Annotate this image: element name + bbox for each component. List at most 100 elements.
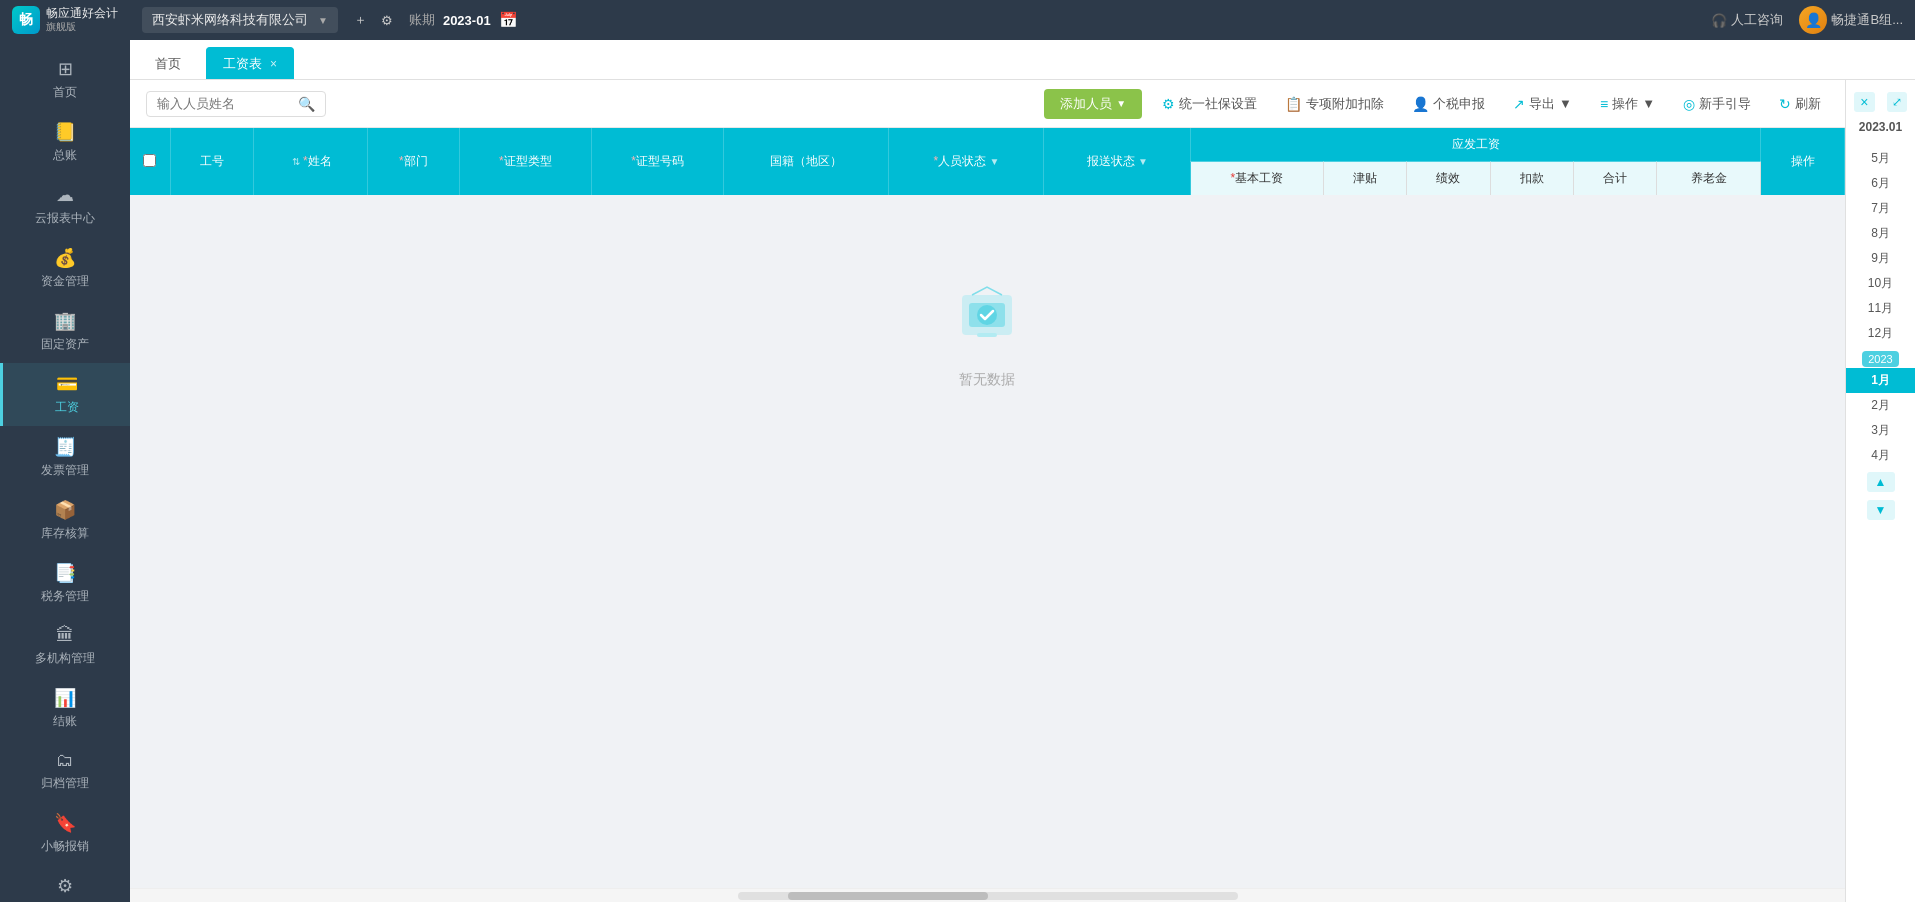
th-name: ⇅ *姓名	[253, 128, 367, 195]
app-sub: 旗舰版	[46, 20, 118, 34]
chevron-down-icon: ▼	[318, 15, 328, 26]
special-deduct-icon: 📋	[1285, 96, 1302, 112]
tab-salary-close[interactable]: ×	[270, 57, 277, 71]
th-pension: 养老金	[1657, 162, 1761, 196]
month-1-2023[interactable]: 1月	[1846, 368, 1915, 393]
header-actions: ＋ ⚙	[354, 11, 393, 29]
sidebar-label-salary: 工资	[55, 399, 79, 416]
month-9[interactable]: 9月	[1846, 246, 1915, 271]
top-header: 畅 畅应通好会计 旗舰版 西安虾米网络科技有限公司 ▼ ＋ ⚙ 账期 2023-…	[0, 0, 1915, 40]
export-btn[interactable]: ↗ 导出 ▼	[1505, 91, 1580, 117]
calendar-expand-btn[interactable]: ⤢	[1887, 92, 1908, 112]
calendar-icon[interactable]: 📅	[499, 11, 518, 29]
inventory-icon: 📦	[54, 499, 76, 521]
sidebar-item-cloud-report[interactable]: ☁ 云报表中心	[0, 174, 130, 237]
special-deduct-label: 专项附加扣除	[1306, 95, 1384, 113]
month-10[interactable]: 10月	[1846, 271, 1915, 296]
special-deduct-btn[interactable]: 📋 专项附加扣除	[1277, 91, 1392, 117]
empty-state-row: 暂无数据	[130, 195, 1845, 469]
sidebar-item-settings[interactable]: ⚙ 基础设置	[0, 865, 130, 902]
sidebar-item-expense[interactable]: 🔖 小畅报销	[0, 802, 130, 865]
plus-icon: ＋	[354, 11, 367, 29]
search-input[interactable]	[157, 96, 292, 111]
tab-salary[interactable]: 工资表 ×	[206, 47, 294, 79]
sidebar-label-settlement: 结账	[53, 713, 77, 730]
add-company-btn[interactable]: ＋	[354, 11, 367, 29]
empty-illustration	[947, 275, 1027, 355]
sidebar-item-settlement[interactable]: 📊 结账	[0, 677, 130, 740]
sidebar-item-fund[interactable]: 💰 资金管理	[0, 237, 130, 300]
settings-btn[interactable]: ⚙	[381, 13, 393, 28]
th-staff-status: *人员状态 ▼	[889, 128, 1044, 195]
search-icon: 🔍	[298, 96, 315, 112]
sidebar-item-home[interactable]: ⊞ 首页	[0, 48, 130, 111]
avatar: 👤	[1799, 6, 1827, 34]
report-status-filter-icon[interactable]: ▼	[1138, 156, 1148, 167]
sidebar-item-inventory[interactable]: 📦 库存核算	[0, 489, 130, 552]
refresh-icon: ↻	[1779, 96, 1791, 112]
user-name: 畅捷通B组...	[1831, 11, 1903, 29]
month-8[interactable]: 8月	[1846, 221, 1915, 246]
search-box[interactable]: 🔍	[146, 91, 326, 117]
social-security-btn[interactable]: ⚙ 统一社保设置	[1154, 91, 1265, 117]
refresh-label: 刷新	[1795, 95, 1821, 113]
staff-status-filter-icon[interactable]: ▼	[989, 156, 999, 167]
table-scroll-area[interactable]: 工号 ⇅ *姓名 *部门 *证型类型 *证型号码 国籍（地区）	[130, 128, 1845, 888]
user-profile[interactable]: 👤 畅捷通B组...	[1799, 6, 1903, 34]
guide-btn[interactable]: ◎ 新手引导	[1675, 91, 1759, 117]
month-12[interactable]: 12月	[1846, 321, 1915, 346]
sidebar-item-salary[interactable]: 💳 工资	[0, 363, 130, 426]
sidebar-label-cloud-report: 云报表中心	[35, 210, 95, 227]
social-security-label: 统一社保设置	[1179, 95, 1257, 113]
tax-report-btn[interactable]: 👤 个税申报	[1404, 91, 1493, 117]
current-year-badge: 2023	[1862, 352, 1898, 366]
sidebar-item-ledger[interactable]: 📒 总账	[0, 111, 130, 174]
right-calendar-panel: × ⤢ 2023.01 5月 6月 7月 8月 9月 10月 11月 12月 2…	[1845, 80, 1915, 902]
month-6[interactable]: 6月	[1846, 171, 1915, 196]
user-service: 🎧 人工咨询 👤 畅捷通B组...	[1711, 6, 1903, 34]
sidebar-item-invoice[interactable]: 🧾 发票管理	[0, 426, 130, 489]
export-label: 导出	[1529, 95, 1555, 113]
sidebar-item-tax[interactable]: 📑 税务管理	[0, 552, 130, 615]
sidebar: ⊞ 首页 📒 总账 ☁ 云报表中心 💰 资金管理 🏢 固定资产 💳 工资 🧾 发…	[0, 40, 130, 902]
calendar-nav-up[interactable]: ▲	[1867, 472, 1895, 492]
month-5[interactable]: 5月	[1846, 146, 1915, 171]
sidebar-item-multi-org[interactable]: 🏛 多机构管理	[0, 615, 130, 677]
add-dropdown-arrow: ▼	[1116, 98, 1126, 109]
tab-home[interactable]: 首页	[138, 47, 198, 79]
th-checkbox[interactable]	[130, 128, 170, 195]
sidebar-item-fixed-assets[interactable]: 🏢 固定资产	[0, 300, 130, 363]
refresh-btn[interactable]: ↻ 刷新	[1771, 91, 1829, 117]
service-btn[interactable]: 🎧 人工咨询	[1711, 11, 1783, 29]
select-all-checkbox[interactable]	[143, 154, 156, 167]
sidebar-label-archive: 归档管理	[41, 775, 89, 792]
toolbar: 🔍 添加人员 ▼ ⚙ 统一社保设置 📋 专项附加扣除	[130, 80, 1845, 128]
calendar-close-btn[interactable]: ×	[1854, 92, 1875, 112]
month-7[interactable]: 7月	[1846, 196, 1915, 221]
th-allowance: 津贴	[1323, 162, 1406, 196]
operations-btn[interactable]: ≡ 操作 ▼	[1592, 91, 1663, 117]
salary-icon: 💳	[56, 373, 78, 395]
add-person-button[interactable]: 添加人员 ▼	[1044, 89, 1142, 119]
sidebar-label-ledger: 总账	[53, 147, 77, 164]
settlement-icon: 📊	[54, 687, 76, 709]
operations-label: 操作	[1612, 95, 1638, 113]
calendar-nav-down[interactable]: ▼	[1867, 500, 1895, 520]
sidebar-label-expense: 小畅报销	[41, 838, 89, 855]
tab-home-label: 首页	[155, 55, 181, 73]
cloud-icon: ☁	[56, 184, 74, 206]
company-selector[interactable]: 西安虾米网络科技有限公司 ▼	[142, 7, 338, 33]
period-info: 账期 2023-01 📅	[409, 11, 518, 29]
th-nationality: 国籍（地区）	[724, 128, 889, 195]
svg-rect-3	[977, 333, 997, 337]
sidebar-label-inventory: 库存核算	[41, 525, 89, 542]
sidebar-label-fund: 资金管理	[41, 273, 89, 290]
month-2-2023[interactable]: 2月	[1846, 393, 1915, 418]
th-id-type: *证型类型	[459, 128, 591, 195]
sidebar-item-archive[interactable]: 🗂 归档管理	[0, 740, 130, 802]
month-4-2023[interactable]: 4月	[1846, 443, 1915, 468]
fund-icon: 💰	[54, 247, 76, 269]
month-11[interactable]: 11月	[1846, 296, 1915, 321]
month-3-2023[interactable]: 3月	[1846, 418, 1915, 443]
export-icon: ↗	[1513, 96, 1525, 112]
